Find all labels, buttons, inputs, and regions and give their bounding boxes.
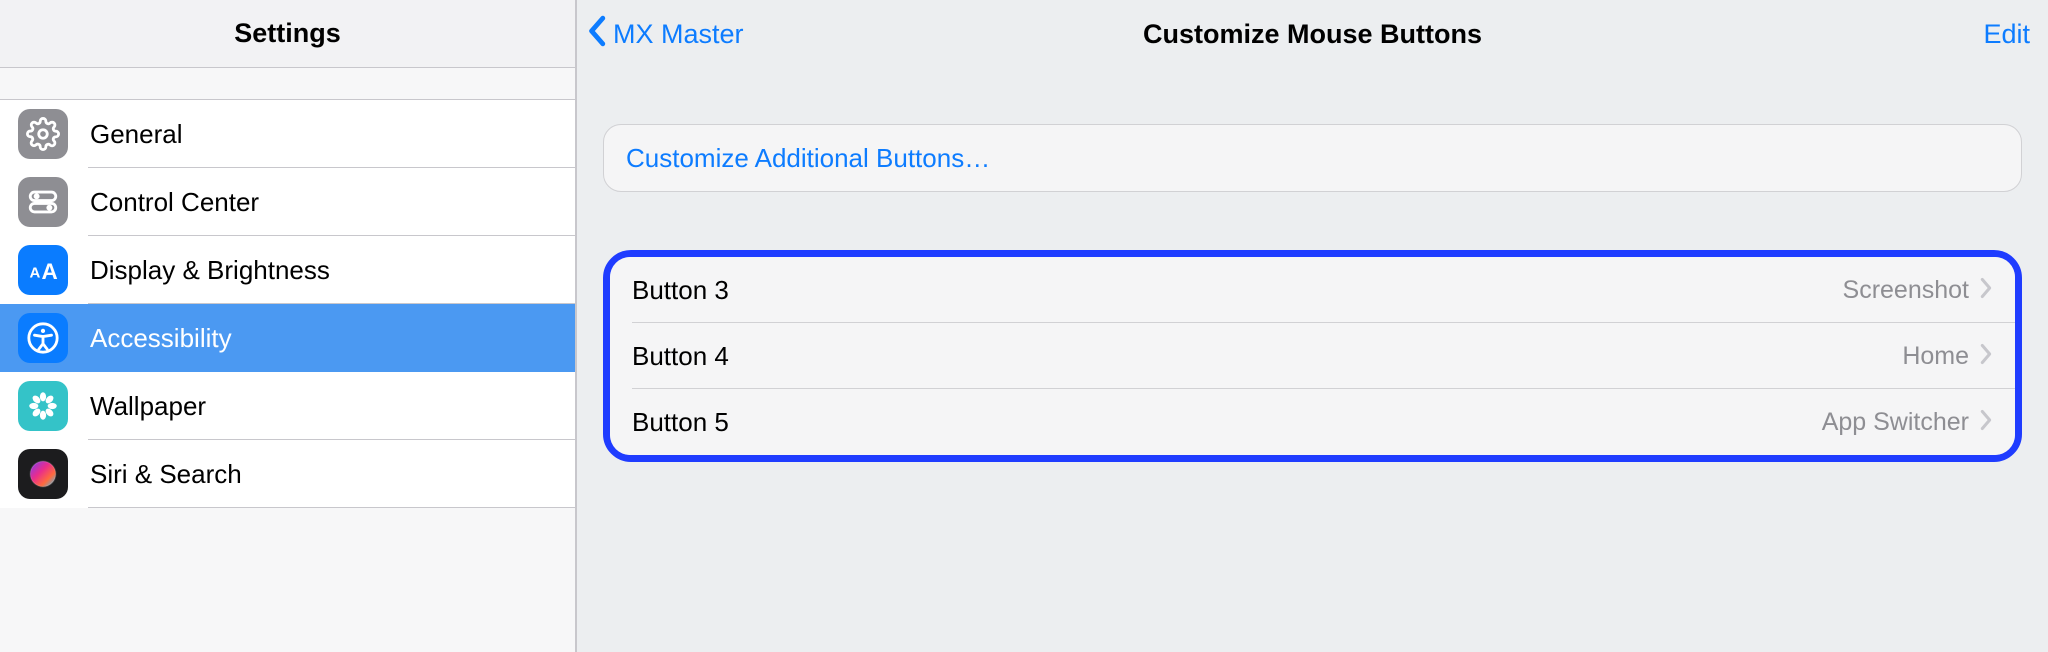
sidebar-item-label: Wallpaper xyxy=(90,391,557,422)
button-action: App Switcher xyxy=(1822,408,1969,437)
back-label: MX Master xyxy=(613,19,744,50)
sidebar-item-label: Display & Brightness xyxy=(90,255,557,286)
button-row[interactable]: Button 3 Screenshot xyxy=(610,257,2015,323)
chevron-left-icon xyxy=(587,15,613,54)
gear-icon xyxy=(18,109,68,159)
button-name: Button 3 xyxy=(632,275,1843,306)
detail-pane: MX Master Customize Mouse Buttons Edit C… xyxy=(576,0,2048,652)
detail-body: Customize Additional Buttons… Button 3 S… xyxy=(577,68,2048,462)
switches-icon xyxy=(18,177,68,227)
button-name: Button 5 xyxy=(632,407,1822,438)
sidebar-item-siri-search[interactable]: Siri & Search xyxy=(0,440,575,508)
sidebar-item-general[interactable]: General xyxy=(0,100,575,168)
settings-menu: General Control Center A A xyxy=(0,99,575,508)
edit-button[interactable]: Edit xyxy=(1983,19,2048,50)
sidebar-item-label: Accessibility xyxy=(90,323,557,354)
button-name: Button 4 xyxy=(632,341,1902,372)
button-action: Screenshot xyxy=(1843,276,1969,305)
sidebar-item-label: Siri & Search xyxy=(90,459,557,490)
text-size-icon: A A xyxy=(18,245,68,295)
button-row[interactable]: Button 5 App Switcher xyxy=(610,389,2015,455)
back-button[interactable]: MX Master xyxy=(577,15,744,54)
button-action: Home xyxy=(1902,342,1969,371)
settings-sidebar: Settings General Control xyxy=(0,0,576,652)
sidebar-title: Settings xyxy=(234,18,341,49)
button-row[interactable]: Button 4 Home xyxy=(610,323,2015,389)
chevron-right-icon xyxy=(1979,275,1993,306)
svg-text:A: A xyxy=(42,259,58,284)
sidebar-item-label: Control Center xyxy=(90,187,557,218)
siri-icon xyxy=(18,449,68,499)
sidebar-item-wallpaper[interactable]: Wallpaper xyxy=(0,372,575,440)
sidebar-header: Settings xyxy=(0,0,575,68)
flower-icon xyxy=(18,381,68,431)
highlighted-group: Button 3 Screenshot Button 4 Home xyxy=(603,250,2022,462)
chevron-right-icon xyxy=(1979,407,1993,438)
customize-additional-buttons[interactable]: Customize Additional Buttons… xyxy=(604,125,2021,191)
button-mapping-group: Button 3 Screenshot Button 4 Home xyxy=(610,257,2015,455)
sidebar-item-label: General xyxy=(90,119,557,150)
svg-text:A: A xyxy=(30,265,41,282)
sidebar-spacer xyxy=(0,68,575,99)
detail-header: MX Master Customize Mouse Buttons Edit xyxy=(577,0,2048,68)
accessibility-icon xyxy=(18,313,68,363)
customize-link-label: Customize Additional Buttons… xyxy=(626,143,1999,174)
sidebar-item-accessibility[interactable]: Accessibility xyxy=(0,304,575,372)
sidebar-item-control-center[interactable]: Control Center xyxy=(0,168,575,236)
chevron-right-icon xyxy=(1979,341,1993,372)
customize-group: Customize Additional Buttons… xyxy=(603,124,2022,192)
sidebar-item-display-brightness[interactable]: A A Display & Brightness xyxy=(0,236,575,304)
detail-title: Customize Mouse Buttons xyxy=(577,19,2048,50)
